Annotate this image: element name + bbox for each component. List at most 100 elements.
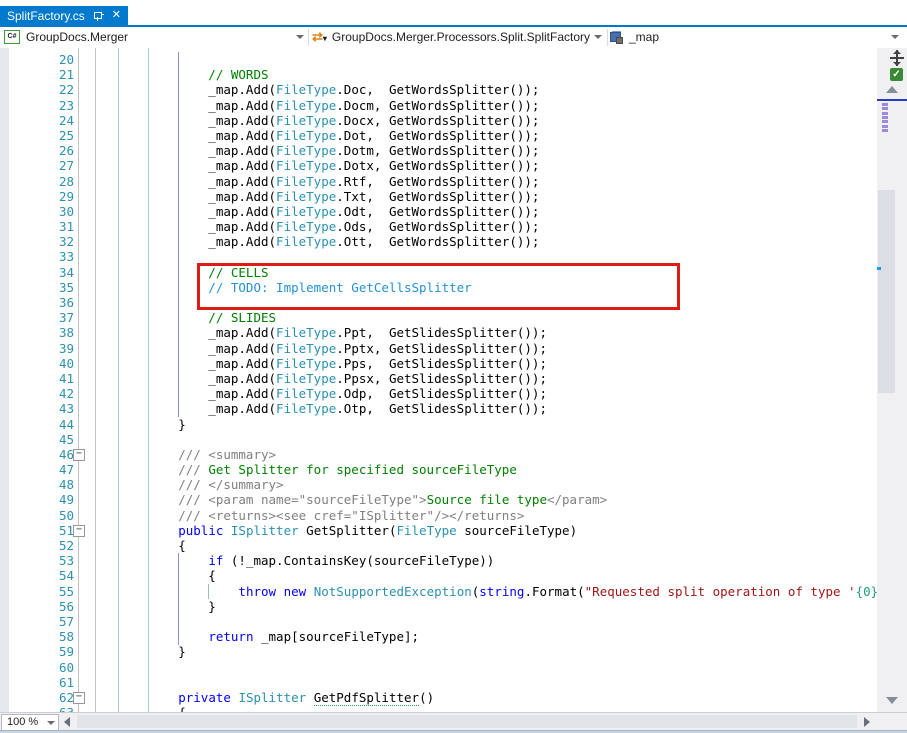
code-line[interactable]: 40 _map.Add(FileType.Pps, GetSlidesSplit…	[0, 356, 877, 371]
line-number: 35	[58, 279, 74, 295]
zoom-level-combobox[interactable]: 100 %	[1, 714, 59, 731]
change-marker	[882, 128, 888, 132]
code-text: {	[118, 538, 186, 553]
code-line[interactable]: 27 _map.Add(FileType.Dotx, GetWordsSplit…	[0, 158, 877, 173]
code-line[interactable]: 49 /// <param name="sourceFileType">Sour…	[0, 492, 877, 507]
split-window-grip[interactable]	[889, 50, 905, 66]
scroll-right-arrow[interactable]	[864, 717, 870, 727]
code-text: _map.Add(FileType.Dotx, GetWordsSplitter…	[118, 158, 540, 174]
tab-splitfactory[interactable]: SplitFactory.cs ✕	[0, 6, 129, 25]
code-line[interactable]: 32 _map.Add(FileType.Ott, GetWordsSplitt…	[0, 234, 877, 249]
code-text: _map.Add(FileType.Ppsx, GetSlidesSplitte…	[118, 370, 547, 386]
edit-position-marker	[877, 267, 881, 270]
code-editor[interactable]: 20 21 // WORDS 22 _map.Add(FileType.Doc, G…	[0, 48, 878, 712]
line-number: 62	[58, 689, 74, 705]
fold-collapse-box[interactable]: −	[73, 525, 85, 538]
change-marker	[882, 103, 888, 107]
code-line[interactable]: 51− public ISplitter GetSplitter(FileTyp…	[0, 523, 877, 538]
code-line[interactable]: 21 // WORDS	[0, 67, 877, 82]
vertical-scrollbar[interactable]: ✓	[877, 48, 907, 712]
change-marker	[882, 107, 888, 111]
code-line[interactable]: 43 _map.Add(FileType.Otp, GetSlidesSplit…	[0, 401, 877, 416]
code-line[interactable]: 46− /// <summary>	[0, 447, 877, 462]
code-line[interactable]: 55 throw new NotSupportedException(strin…	[0, 584, 877, 599]
code-line[interactable]: 41 _map.Add(FileType.Ppsx, GetSlidesSpli…	[0, 371, 877, 386]
code-line[interactable]: 26 _map.Add(FileType.Dotm, GetWordsSplit…	[0, 143, 877, 158]
code-text: /// <returns><see cref="ISplitter"/></re…	[118, 507, 525, 523]
code-health-check-icon[interactable]: ✓	[890, 68, 903, 81]
line-number: 47	[58, 462, 74, 478]
code-line[interactable]: 59 }	[0, 644, 877, 659]
close-icon[interactable]: ✕	[112, 10, 121, 21]
line-number: 56	[58, 598, 74, 614]
line-number: 29	[58, 188, 74, 204]
code-line[interactable]: 54 {	[0, 568, 877, 583]
scroll-up-arrow[interactable]	[886, 86, 898, 93]
line-number: 60	[58, 659, 74, 675]
line-number: 37	[58, 310, 74, 326]
code-line[interactable]: 23 _map.Add(FileType.Docm, GetWordsSplit…	[0, 98, 877, 113]
code-line[interactable]: 25 _map.Add(FileType.Dot, GetWordsSplitt…	[0, 128, 877, 143]
fold-collapse-box[interactable]: −	[73, 449, 85, 462]
code-line[interactable]: 63 {	[0, 705, 877, 712]
code-line[interactable]: 28 _map.Add(FileType.Rtf, GetWordsSplitt…	[0, 174, 877, 189]
line-number: 46	[58, 446, 74, 462]
scroll-down-arrow[interactable]	[886, 697, 898, 704]
code-line[interactable]: 39 _map.Add(FileType.Pptx, GetSlidesSpli…	[0, 341, 877, 356]
line-number: 43	[58, 401, 74, 417]
code-text: _map.Add(FileType.Otp, GetSlidesSplitter…	[118, 401, 547, 417]
code-line[interactable]: 24 _map.Add(FileType.Docx, GetWordsSplit…	[0, 113, 877, 128]
member-dropdown[interactable]: _map	[610, 27, 903, 47]
code-line[interactable]: 37 // SLIDES	[0, 310, 877, 325]
code-line[interactable]: 47 /// Get Splitter for specified source…	[0, 462, 877, 477]
line-number: 55	[58, 583, 74, 599]
line-number: 33	[58, 249, 74, 265]
code-line[interactable]: 38 _map.Add(FileType.Ppt, GetSlidesSplit…	[0, 325, 877, 340]
line-number: 53	[58, 553, 74, 569]
code-line[interactable]: 22 _map.Add(FileType.Doc, GetWordsSplitt…	[0, 82, 877, 97]
code-line[interactable]: 60	[0, 660, 877, 675]
tab-strip: SplitFactory.cs ✕	[0, 0, 907, 25]
code-line[interactable]: 61	[0, 675, 877, 690]
code-line[interactable]: 30 _map.Add(FileType.Odt, GetWordsSplitt…	[0, 204, 877, 219]
code-line[interactable]: 48 /// </summary>	[0, 477, 877, 492]
code-line[interactable]: 53 if (!_map.ContainsKey(sourceFileType)…	[0, 553, 877, 568]
line-number: 41	[58, 370, 74, 386]
scroll-left-arrow[interactable]	[64, 717, 70, 727]
private-field-icon	[610, 30, 623, 44]
code-text: /// <summary>	[118, 446, 277, 462]
vertical-scrollbar-thumb[interactable]	[878, 190, 895, 393]
chevron-down-icon	[891, 35, 899, 39]
code-line[interactable]: 62− private ISplitter GetPdfSplitter()	[0, 689, 877, 706]
caret-position-marker	[877, 99, 907, 101]
line-number: 57	[58, 613, 74, 629]
code-line[interactable]: 42 _map.Add(FileType.Odp, GetSlidesSplit…	[0, 386, 877, 401]
code-line[interactable]: 44 }	[0, 417, 877, 432]
fold-collapse-box[interactable]: −	[73, 692, 85, 705]
code-line[interactable]: 50 /// <returns><see cref="ISplitter"/><…	[0, 508, 877, 523]
code-line[interactable]: 45	[0, 432, 877, 447]
code-text: public ISplitter GetSplitter(FileType so…	[178, 522, 578, 538]
code-line[interactable]: 31 _map.Add(FileType.Ods, GetWordsSplitt…	[0, 219, 877, 234]
code-line[interactable]: 58 return _map[sourceFileType];	[0, 629, 877, 644]
code-line[interactable]: 52 {	[0, 538, 877, 553]
pin-icon[interactable]	[93, 10, 104, 21]
line-number: 26	[58, 143, 74, 159]
type-dropdown[interactable]: ⇄▾ GroupDocs.Merger.Processors.Split.Spl…	[312, 27, 606, 47]
zoom-level-value: 100 %	[7, 716, 39, 728]
line-number: 32	[58, 234, 74, 250]
project-dropdown[interactable]: C# GroupDocs.Merger	[4, 27, 308, 47]
code-text: return _map[sourceFileType];	[208, 629, 420, 645]
line-number: 24	[58, 112, 74, 128]
code-line[interactable]: 56 }	[0, 599, 877, 614]
member-dropdown-label: _map	[629, 30, 660, 44]
code-line[interactable]: 20	[0, 52, 877, 67]
code-lines: 20 21 // WORDS 22 _map.Add(FileType.Doc, G…	[0, 52, 877, 712]
code-line[interactable]: 57	[0, 614, 877, 629]
horizontal-scrollbar-thumb[interactable]	[77, 715, 857, 728]
line-number: 36	[58, 295, 74, 310]
code-text: _map.Add(FileType.Pptx, GetSlidesSplitte…	[118, 340, 547, 356]
code-text: }	[118, 644, 186, 660]
code-line[interactable]: 29 _map.Add(FileType.Txt, GetWordsSplitt…	[0, 189, 877, 204]
class-icon: ⇄▾	[312, 28, 327, 44]
